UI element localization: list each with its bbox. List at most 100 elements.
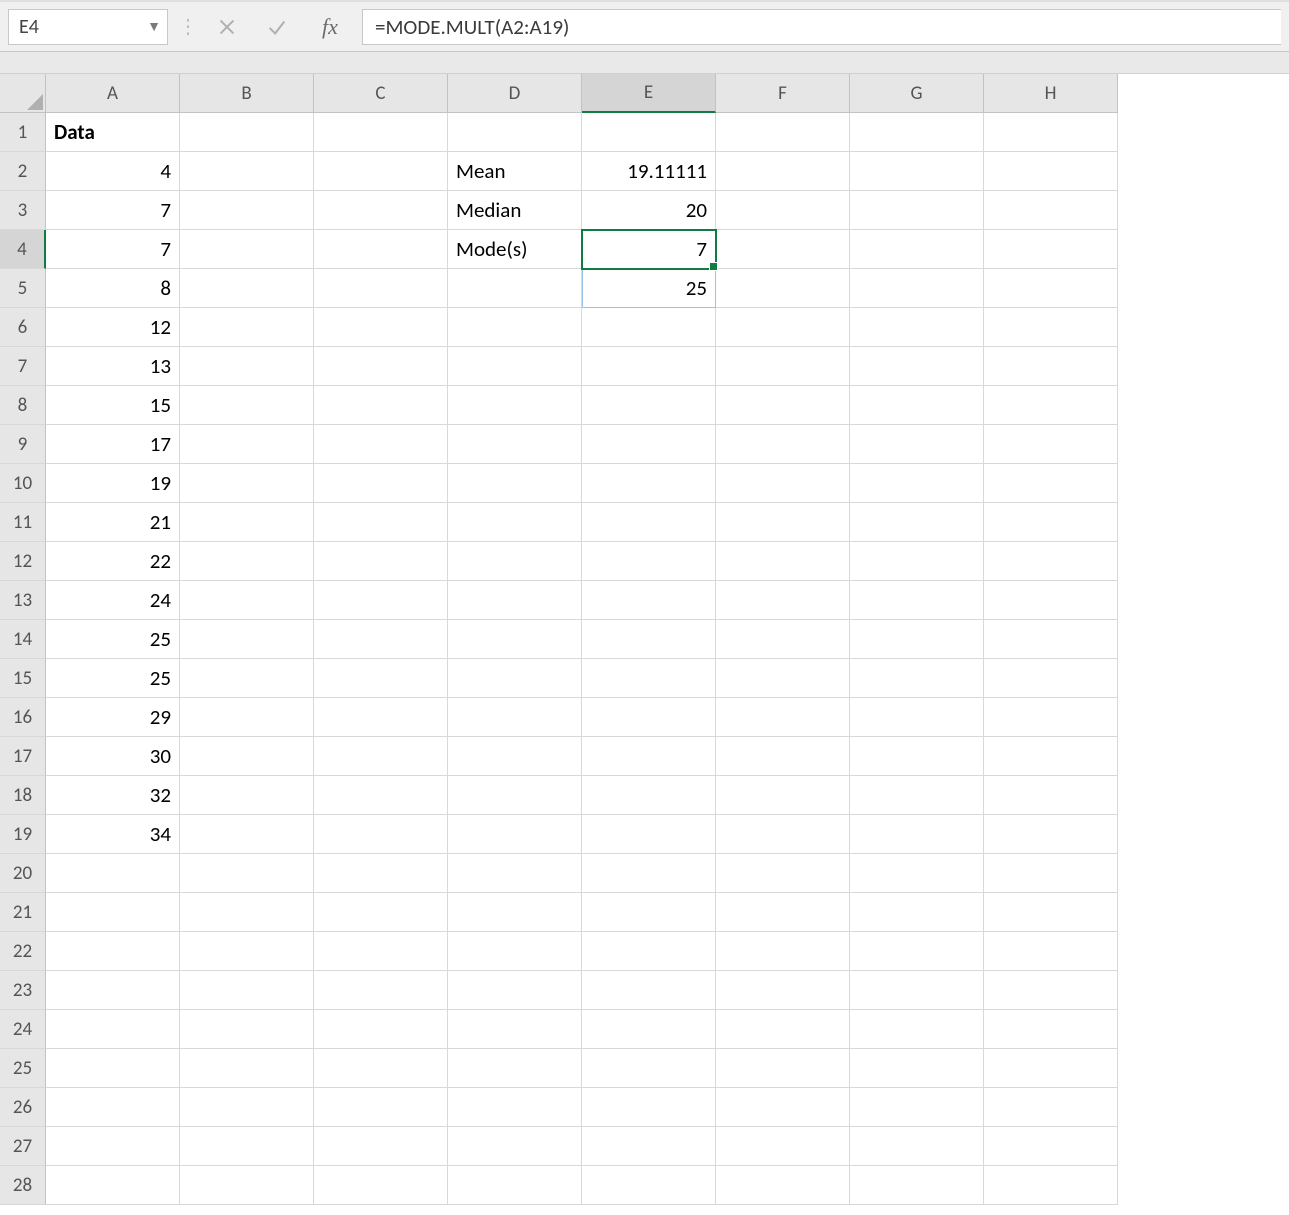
cell-A26[interactable] xyxy=(46,1088,180,1127)
cell-G23[interactable] xyxy=(850,971,984,1010)
cell-C8[interactable] xyxy=(314,386,448,425)
cell-C10[interactable] xyxy=(314,464,448,503)
cell-F16[interactable] xyxy=(716,698,850,737)
cell-F1[interactable] xyxy=(716,113,850,152)
cell-A2[interactable]: 4 xyxy=(46,152,180,191)
cell-C9[interactable] xyxy=(314,425,448,464)
cell-B10[interactable] xyxy=(180,464,314,503)
cell-C24[interactable] xyxy=(314,1010,448,1049)
cell-F17[interactable] xyxy=(716,737,850,776)
cell-B14[interactable] xyxy=(180,620,314,659)
cell-B11[interactable] xyxy=(180,503,314,542)
cell-G6[interactable] xyxy=(850,308,984,347)
cell-H12[interactable] xyxy=(984,542,1118,581)
cell-F23[interactable] xyxy=(716,971,850,1010)
cell-E5[interactable]: 25 xyxy=(582,269,716,308)
cell-C2[interactable] xyxy=(314,152,448,191)
cell-G2[interactable] xyxy=(850,152,984,191)
cell-E23[interactable] xyxy=(582,971,716,1010)
cell-B12[interactable] xyxy=(180,542,314,581)
cell-D12[interactable] xyxy=(448,542,582,581)
formula-input[interactable]: =MODE.MULT(A2:A19) xyxy=(362,9,1281,45)
cell-B1[interactable] xyxy=(180,113,314,152)
row-header-27[interactable]: 27 xyxy=(0,1127,46,1166)
cell-C22[interactable] xyxy=(314,932,448,971)
row-header-5[interactable]: 5 xyxy=(0,269,46,308)
column-header-H[interactable]: H xyxy=(984,74,1118,113)
cell-E28[interactable] xyxy=(582,1166,716,1205)
cell-B28[interactable] xyxy=(180,1166,314,1205)
cell-B19[interactable] xyxy=(180,815,314,854)
cell-H25[interactable] xyxy=(984,1049,1118,1088)
row-header-10[interactable]: 10 xyxy=(0,464,46,503)
cell-G19[interactable] xyxy=(850,815,984,854)
cell-A7[interactable]: 13 xyxy=(46,347,180,386)
cell-C3[interactable] xyxy=(314,191,448,230)
cell-A14[interactable]: 25 xyxy=(46,620,180,659)
cell-A25[interactable] xyxy=(46,1049,180,1088)
cell-E2[interactable]: 19.11111 xyxy=(582,152,716,191)
cell-E22[interactable] xyxy=(582,932,716,971)
cell-H14[interactable] xyxy=(984,620,1118,659)
cell-C17[interactable] xyxy=(314,737,448,776)
cell-E4[interactable]: 7 xyxy=(582,230,716,269)
cell-B8[interactable] xyxy=(180,386,314,425)
cell-F28[interactable] xyxy=(716,1166,850,1205)
cell-B26[interactable] xyxy=(180,1088,314,1127)
cell-H28[interactable] xyxy=(984,1166,1118,1205)
cell-H7[interactable] xyxy=(984,347,1118,386)
cell-C11[interactable] xyxy=(314,503,448,542)
cell-D23[interactable] xyxy=(448,971,582,1010)
row-header-4[interactable]: 4 xyxy=(0,230,46,269)
cell-F21[interactable] xyxy=(716,893,850,932)
cell-F7[interactable] xyxy=(716,347,850,386)
column-header-B[interactable]: B xyxy=(180,74,314,113)
row-header-1[interactable]: 1 xyxy=(0,113,46,152)
fx-label[interactable]: fx xyxy=(302,2,358,51)
cell-C25[interactable] xyxy=(314,1049,448,1088)
cell-B9[interactable] xyxy=(180,425,314,464)
row-header-7[interactable]: 7 xyxy=(0,347,46,386)
cell-F26[interactable] xyxy=(716,1088,850,1127)
cell-F14[interactable] xyxy=(716,620,850,659)
cell-G11[interactable] xyxy=(850,503,984,542)
cell-G3[interactable] xyxy=(850,191,984,230)
cell-C27[interactable] xyxy=(314,1127,448,1166)
cell-D11[interactable] xyxy=(448,503,582,542)
cell-G1[interactable] xyxy=(850,113,984,152)
cell-A28[interactable] xyxy=(46,1166,180,1205)
cell-E25[interactable] xyxy=(582,1049,716,1088)
cell-E17[interactable] xyxy=(582,737,716,776)
cell-A5[interactable]: 8 xyxy=(46,269,180,308)
cell-B20[interactable] xyxy=(180,854,314,893)
cell-D4[interactable]: Mode(s) xyxy=(448,230,582,269)
cell-F25[interactable] xyxy=(716,1049,850,1088)
cell-C19[interactable] xyxy=(314,815,448,854)
cell-A27[interactable] xyxy=(46,1127,180,1166)
row-header-26[interactable]: 26 xyxy=(0,1088,46,1127)
cell-E12[interactable] xyxy=(582,542,716,581)
column-header-F[interactable]: F xyxy=(716,74,850,113)
cell-E18[interactable] xyxy=(582,776,716,815)
cell-F9[interactable] xyxy=(716,425,850,464)
cell-C15[interactable] xyxy=(314,659,448,698)
column-header-C[interactable]: C xyxy=(314,74,448,113)
cell-E7[interactable] xyxy=(582,347,716,386)
cell-G27[interactable] xyxy=(850,1127,984,1166)
name-box[interactable]: E4 ▼ xyxy=(8,9,168,45)
cell-C21[interactable] xyxy=(314,893,448,932)
row-header-2[interactable]: 2 xyxy=(0,152,46,191)
cell-C12[interactable] xyxy=(314,542,448,581)
cell-B2[interactable] xyxy=(180,152,314,191)
cell-B16[interactable] xyxy=(180,698,314,737)
row-header-24[interactable]: 24 xyxy=(0,1010,46,1049)
cell-F24[interactable] xyxy=(716,1010,850,1049)
cell-F2[interactable] xyxy=(716,152,850,191)
cell-B21[interactable] xyxy=(180,893,314,932)
cell-G4[interactable] xyxy=(850,230,984,269)
cell-D8[interactable] xyxy=(448,386,582,425)
cell-D7[interactable] xyxy=(448,347,582,386)
cell-E20[interactable] xyxy=(582,854,716,893)
cell-H18[interactable] xyxy=(984,776,1118,815)
row-header-28[interactable]: 28 xyxy=(0,1166,46,1205)
